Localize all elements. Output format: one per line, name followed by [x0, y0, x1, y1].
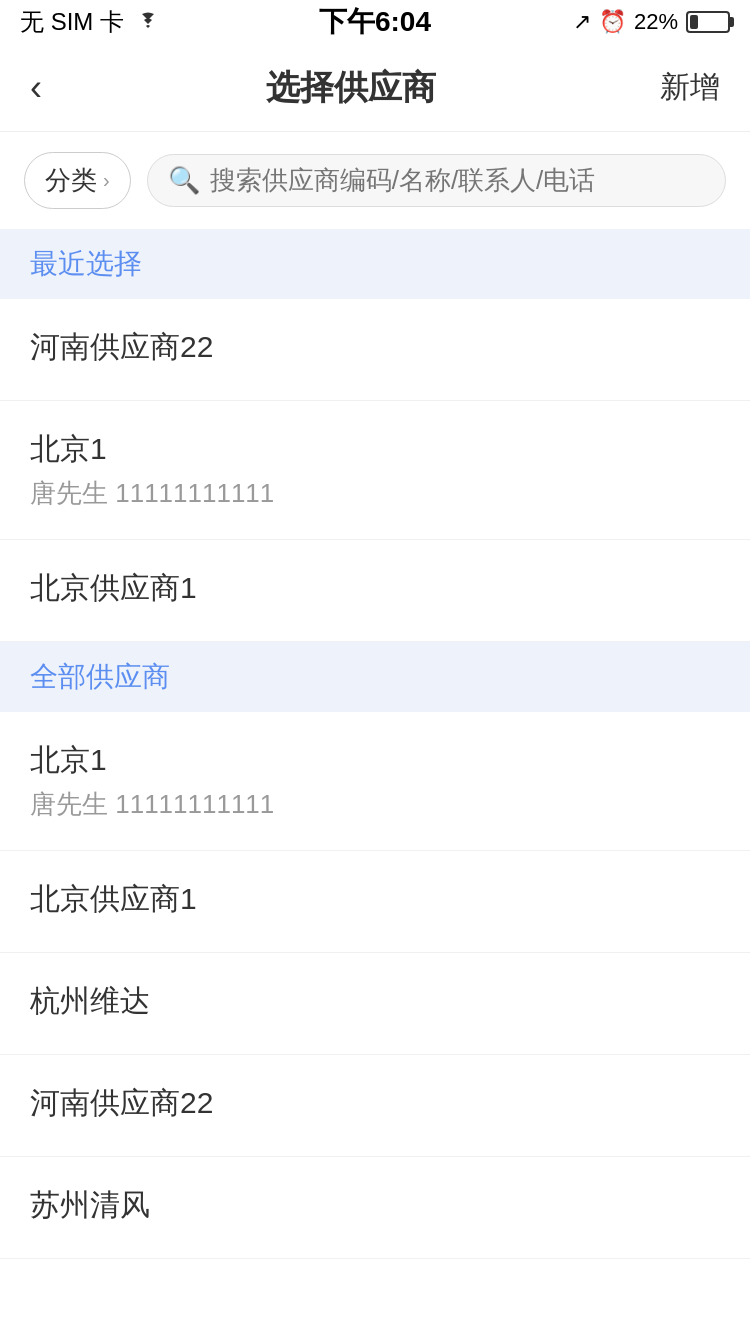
all-section-label: 全部供应商 — [30, 661, 170, 692]
back-button[interactable]: ‹ — [30, 67, 42, 109]
list-item[interactable]: 杭州维达 — [0, 953, 750, 1055]
category-label: 分类 — [45, 163, 97, 198]
page-title: 选择供应商 — [266, 65, 436, 111]
all-section-header: 全部供应商 — [0, 642, 750, 712]
list-item[interactable]: 北京1 唐先生 11111111111 — [0, 401, 750, 540]
status-bar: 无 SIM 卡 下午6:04 ↗ ⏰ 22% — [0, 0, 750, 44]
list-item[interactable]: 北京供应商1 — [0, 851, 750, 953]
recent-section-label: 最近选择 — [30, 248, 142, 279]
list-item[interactable]: 河南供应商22 — [0, 299, 750, 401]
item-name: 北京1 — [30, 429, 720, 470]
add-button[interactable]: 新增 — [660, 67, 720, 108]
chevron-right-icon: › — [103, 169, 110, 192]
item-name: 河南供应商22 — [30, 1083, 720, 1124]
recent-items-list: 河南供应商22 北京1 唐先生 11111111111 北京供应商1 — [0, 299, 750, 642]
search-input[interactable] — [210, 165, 705, 196]
item-name: 北京供应商1 — [30, 568, 720, 609]
item-detail: 唐先生 11111111111 — [30, 476, 720, 511]
search-icon: 🔍 — [168, 165, 200, 196]
list-item[interactable]: 河南供应商22 — [0, 1055, 750, 1157]
item-name: 北京供应商1 — [30, 879, 720, 920]
list-item[interactable]: 北京供应商1 — [0, 540, 750, 642]
item-name: 北京1 — [30, 740, 720, 781]
list-item[interactable]: 北京1 唐先生 11111111111 — [0, 712, 750, 851]
item-name: 苏州清风 — [30, 1185, 720, 1226]
status-time: 下午6:04 — [319, 3, 431, 41]
item-name: 河南供应商22 — [30, 327, 720, 368]
battery-icon — [686, 11, 730, 33]
battery-percent: 22% — [634, 9, 678, 35]
alarm-icon: ⏰ — [599, 9, 626, 35]
item-detail: 唐先生 11111111111 — [30, 787, 720, 822]
search-box[interactable]: 🔍 — [147, 154, 726, 207]
all-items-list: 北京1 唐先生 11111111111 北京供应商1 杭州维达河南供应商22 苏州清风 — [0, 712, 750, 1259]
location-icon: ↗ — [573, 9, 591, 35]
filter-bar: 分类 › 🔍 — [0, 132, 750, 229]
status-left: 无 SIM 卡 — [20, 6, 162, 38]
status-right: ↗ ⏰ 22% — [573, 9, 730, 35]
nav-bar: ‹ 选择供应商 新增 — [0, 44, 750, 132]
no-sim-label: 无 SIM 卡 — [20, 6, 124, 38]
wifi-icon — [134, 12, 162, 32]
list-item[interactable]: 苏州清风 — [0, 1157, 750, 1259]
item-name: 杭州维达 — [30, 981, 720, 1022]
recent-section-header: 最近选择 — [0, 229, 750, 299]
category-button[interactable]: 分类 › — [24, 152, 131, 209]
